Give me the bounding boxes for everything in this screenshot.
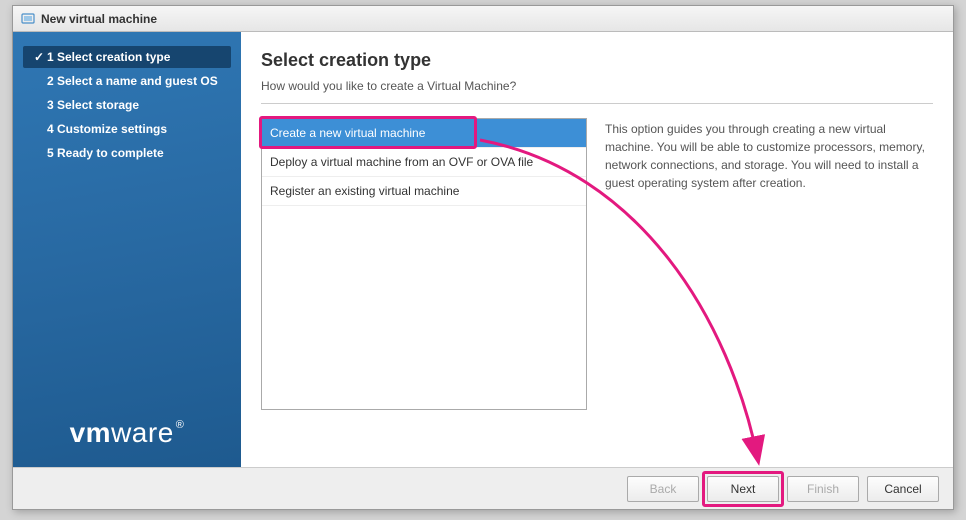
step-label: 4 Customize settings [47,122,167,136]
checkmark-icon: ✓ [31,50,47,64]
wizard-step-5[interactable]: 5 Ready to complete [23,142,231,164]
wizard-sidebar: ✓1 Select creation type 2 Select a name a… [13,32,241,467]
wizard-step-2[interactable]: 2 Select a name and guest OS [23,70,231,92]
page-heading: Select creation type [261,50,933,71]
dialog-body: ✓1 Select creation type 2 Select a name a… [13,32,953,467]
wizard-step-3[interactable]: 3 Select storage [23,94,231,116]
next-button-wrap: Next [707,476,779,502]
step-label: 2 Select a name and guest OS [47,74,218,88]
creation-option-2[interactable]: Register an existing virtual machine [262,177,586,206]
content-row: Create a new virtual machineDeploy a vir… [261,118,933,457]
button-bar: Back Next Finish Cancel [13,467,953,509]
titlebar: New virtual machine [13,6,953,32]
finish-button[interactable]: Finish [787,476,859,502]
creation-option-0[interactable]: Create a new virtual machine [262,119,586,148]
step-list: ✓1 Select creation type 2 Select a name a… [13,32,241,166]
options-wrap: Create a new virtual machineDeploy a vir… [261,118,587,457]
window-title: New virtual machine [41,12,157,26]
back-button[interactable]: Back [627,476,699,502]
creation-option-1[interactable]: Deploy a virtual machine from an OVF or … [262,148,586,177]
wizard-step-4[interactable]: 4 Customize settings [23,118,231,140]
option-description: This option guides you through creating … [605,118,933,457]
step-label: 1 Select creation type [47,50,170,64]
step-label: 3 Select storage [47,98,139,112]
next-button[interactable]: Next [707,476,779,502]
page-subtitle: How would you like to create a Virtual M… [261,79,933,104]
wizard-dialog: New virtual machine ✓1 Select creation t… [12,5,954,510]
vm-icon [21,12,35,26]
wizard-step-1[interactable]: ✓1 Select creation type [23,46,231,68]
vmware-logo: vmware® [13,417,241,449]
step-label: 5 Ready to complete [47,146,164,160]
main-panel: Select creation type How would you like … [241,32,953,467]
cancel-button[interactable]: Cancel [867,476,939,502]
creation-options-list[interactable]: Create a new virtual machineDeploy a vir… [261,118,587,410]
